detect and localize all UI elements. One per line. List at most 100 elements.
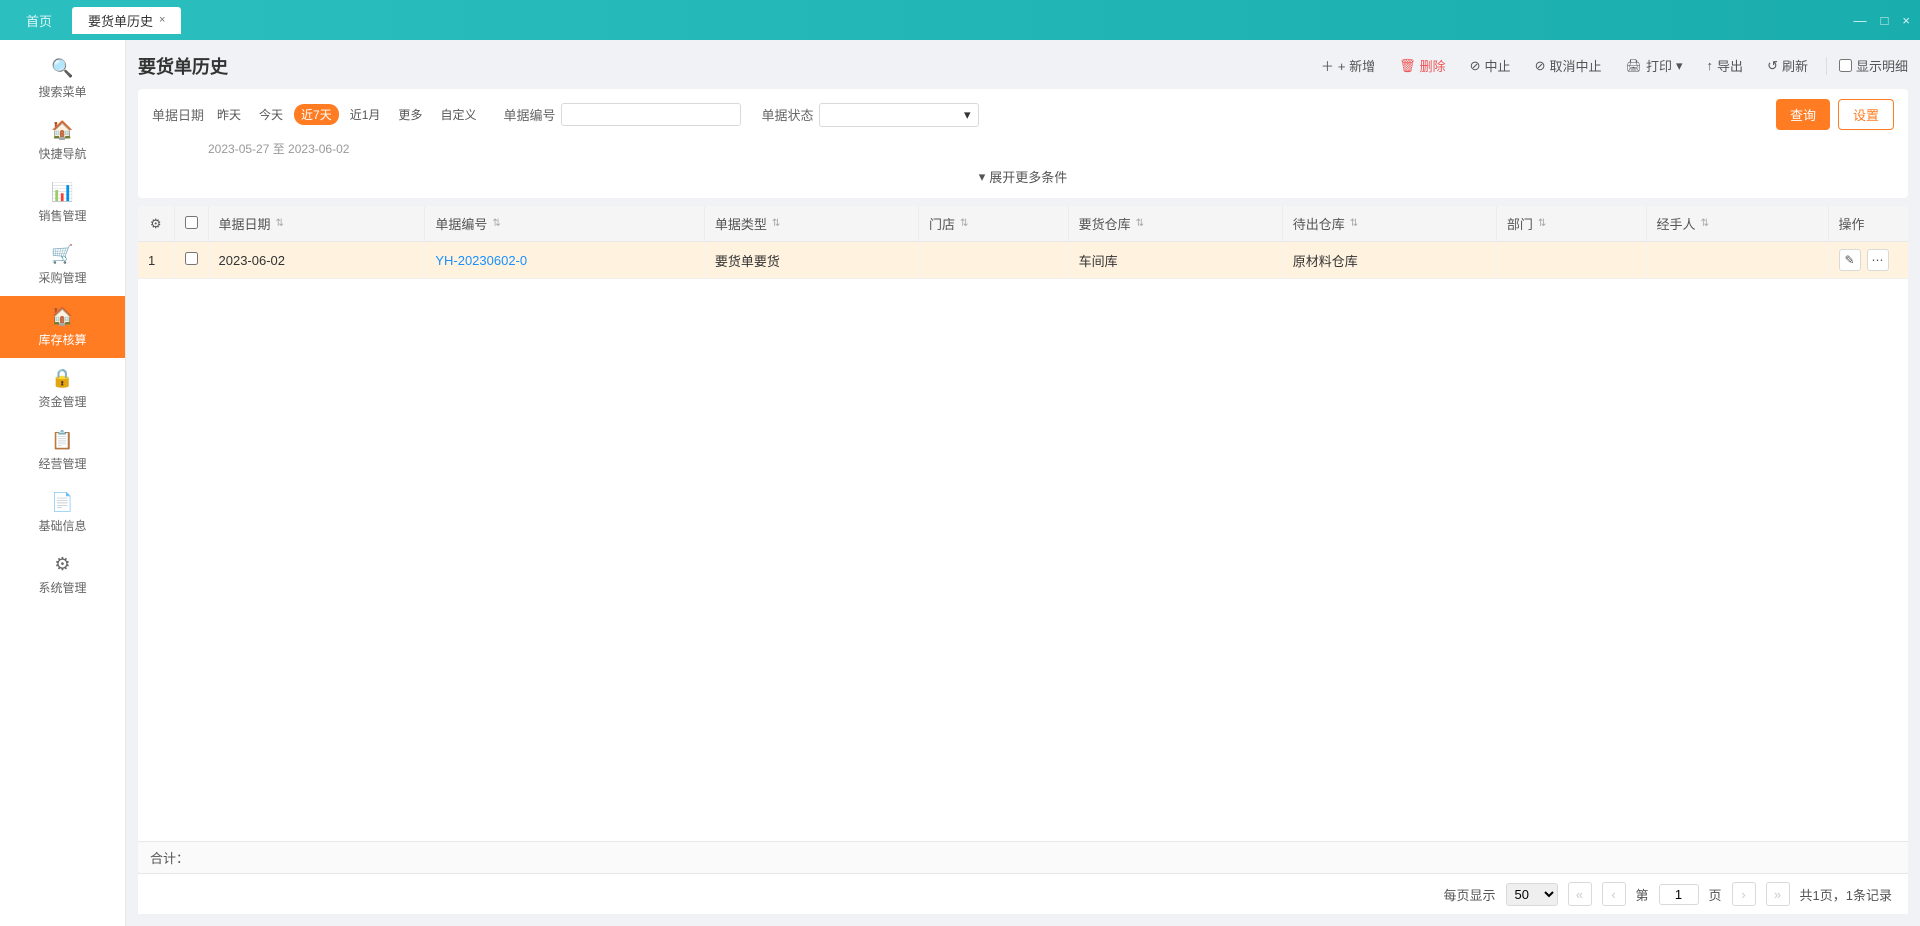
- sidebar-item-sales[interactable]: 📊 销售管理: [0, 172, 125, 234]
- query-button[interactable]: 查询: [1776, 99, 1830, 130]
- clipboard-icon: 📋: [51, 430, 73, 451]
- sort-handler-icon[interactable]: ⇅: [1701, 218, 1709, 229]
- cell-checkbox: [174, 242, 208, 279]
- delete-button[interactable]: 🗑 删除: [1393, 52, 1452, 79]
- sort-docno-icon[interactable]: ⇅: [492, 218, 500, 229]
- expand-more-button[interactable]: ▾ 展开更多条件: [969, 165, 1078, 188]
- select-all-checkbox[interactable]: [185, 216, 198, 229]
- th-doctype: 单据类型 ⇅: [704, 206, 918, 242]
- sidebar-item-inventory-label: 库存核算: [38, 331, 86, 348]
- filter-status-select[interactable]: ▾: [819, 103, 979, 127]
- settings-label: 设置: [1853, 105, 1879, 124]
- date-btn-custom[interactable]: 自定义: [433, 104, 483, 125]
- date-btn-yesterday[interactable]: 昨天: [210, 104, 248, 125]
- filter-status-item: 单据状态 ▾: [761, 103, 979, 127]
- sidebar-item-quicknav[interactable]: 🏠 快捷导航: [0, 110, 125, 172]
- window-min-btn[interactable]: —: [1854, 13, 1867, 28]
- page-title: 要货单历史: [138, 53, 228, 79]
- sidebar-item-search[interactable]: 🔍 搜索菜单: [0, 48, 125, 110]
- table-wrap: ⚙ 单据日期 ⇅ 单据编号: [138, 206, 1908, 873]
- new-icon: ＋: [1321, 56, 1334, 75]
- page-input[interactable]: [1659, 884, 1699, 905]
- tab-close-icon[interactable]: ×: [159, 14, 165, 26]
- docno-link[interactable]: YH-20230602-0: [435, 253, 527, 268]
- cell-handler: [1646, 242, 1828, 279]
- th-date-label: 单据日期: [219, 214, 271, 233]
- expand-more-label: 展开更多条件: [989, 167, 1067, 186]
- settings-button[interactable]: 设置: [1838, 99, 1894, 130]
- page-size-select[interactable]: 20 50 100 200: [1506, 883, 1558, 906]
- th-settings: ⚙: [138, 206, 174, 242]
- sort-doctype-icon[interactable]: ⇅: [772, 218, 780, 229]
- print-label: 打印: [1646, 56, 1672, 75]
- filter-docno-input[interactable]: [561, 103, 741, 126]
- sidebar-item-system[interactable]: ⚙ 系统管理: [0, 544, 125, 606]
- main-layout: 🔍 搜索菜单 🏠 快捷导航 📊 销售管理 🛒 采购管理 🏠 库存核算 🔒 资金管…: [0, 40, 1920, 926]
- total-info: 共1页，1条记录: [1800, 885, 1892, 904]
- date-btn-today[interactable]: 今天: [252, 104, 290, 125]
- sort-pending-warehouse-icon[interactable]: ⇅: [1350, 218, 1358, 229]
- date-btn-7days[interactable]: 近7天: [294, 104, 339, 125]
- lock-icon: 🔒: [51, 368, 73, 389]
- query-label: 查询: [1790, 105, 1816, 124]
- export-icon: ↑: [1707, 58, 1714, 73]
- table-header-row: ⚙ 单据日期 ⇅ 单据编号: [138, 206, 1908, 242]
- settings-col-icon[interactable]: ⚙: [150, 216, 162, 231]
- refresh-button[interactable]: ↺ 刷新: [1761, 52, 1814, 79]
- chart-icon: 📊: [51, 182, 73, 203]
- window-close-btn[interactable]: ×: [1902, 13, 1910, 28]
- page-goto-label: 第: [1636, 885, 1649, 904]
- stop-label: 中止: [1485, 56, 1511, 75]
- cancel-stop-button[interactable]: ⊘ 取消中止: [1529, 52, 1608, 79]
- home-icon: 🏠: [51, 120, 73, 141]
- cell-actions: ✎ ⋯: [1828, 242, 1908, 279]
- export-button[interactable]: ↑ 导出: [1701, 52, 1750, 79]
- sidebar-item-baseinfo[interactable]: 📄 基础信息: [0, 482, 125, 544]
- th-req-warehouse-label: 要货仓库: [1079, 214, 1131, 233]
- row-checkbox[interactable]: [185, 252, 198, 265]
- date-btn-more[interactable]: 更多: [391, 104, 429, 125]
- filter-row-date-range: 2023-05-27 至 2023-06-02: [152, 138, 1894, 157]
- sort-date-icon[interactable]: ⇅: [276, 218, 284, 229]
- page-size-label: 每页显示: [1443, 885, 1495, 904]
- inventory-icon: 🏠: [51, 306, 73, 327]
- th-docno-label: 单据编号: [435, 214, 487, 233]
- page-prev-btn[interactable]: ‹: [1602, 882, 1626, 906]
- sort-req-warehouse-icon[interactable]: ⇅: [1136, 218, 1144, 229]
- th-actions: 操作: [1828, 206, 1908, 242]
- row-more-button[interactable]: ⋯: [1867, 249, 1889, 271]
- sidebar-item-finance[interactable]: 🔒 资金管理: [0, 358, 125, 420]
- sidebar-item-inventory[interactable]: 🏠 库存核算: [0, 296, 125, 358]
- sidebar-item-operation[interactable]: 📋 经营管理: [0, 420, 125, 482]
- page-first-btn[interactable]: «: [1568, 882, 1592, 906]
- row-edit-button[interactable]: ✎: [1839, 249, 1861, 271]
- delete-icon: 🗑: [1399, 58, 1416, 74]
- tab-yihuo[interactable]: 要货单历史 ×: [72, 7, 181, 34]
- sort-store-icon[interactable]: ⇅: [960, 218, 968, 229]
- sidebar-item-purchase[interactable]: 🛒 采购管理: [0, 234, 125, 296]
- date-btn-1month[interactable]: 近1月: [343, 104, 388, 125]
- refresh-icon: ↺: [1767, 58, 1778, 74]
- show-detail-label: 显示明细: [1856, 56, 1908, 75]
- sort-department-icon[interactable]: ⇅: [1538, 218, 1546, 229]
- th-doctype-label: 单据类型: [715, 214, 767, 233]
- sidebar-item-finance-label: 资金管理: [38, 393, 86, 410]
- toolbar: ＋ + 新增 🗑 删除 ⊘ 中止 ⊘ 取消中止 🖨 打印: [1315, 52, 1908, 79]
- stop-button[interactable]: ⊘ 中止: [1464, 52, 1517, 79]
- page-next-btn[interactable]: ›: [1732, 882, 1756, 906]
- print-button[interactable]: 🖨 打印 ▾: [1619, 52, 1688, 79]
- show-detail-checkbox[interactable]: [1839, 59, 1852, 72]
- window-max-btn[interactable]: □: [1881, 13, 1889, 28]
- cell-seq: 1: [138, 242, 174, 279]
- cell-date: 2023-06-02: [208, 242, 425, 279]
- page-last-btn[interactable]: »: [1766, 882, 1790, 906]
- new-button[interactable]: ＋ + 新增: [1315, 52, 1381, 79]
- th-store-label: 门店: [929, 214, 955, 233]
- delete-label: 删除: [1420, 56, 1446, 75]
- show-detail-checkbox-wrap[interactable]: 显示明细: [1839, 56, 1908, 75]
- filter-date-item: 单据日期 昨天 今天 近7天 近1月 更多 自定义: [152, 104, 483, 125]
- sidebar-item-sales-label: 销售管理: [38, 207, 86, 224]
- edit-icon: ✎: [1844, 253, 1854, 267]
- pagination-bar: 每页显示 20 50 100 200 « ‹ 第 页 › » 共1页，1条记录: [138, 873, 1908, 914]
- tab-home[interactable]: 首页: [10, 7, 68, 34]
